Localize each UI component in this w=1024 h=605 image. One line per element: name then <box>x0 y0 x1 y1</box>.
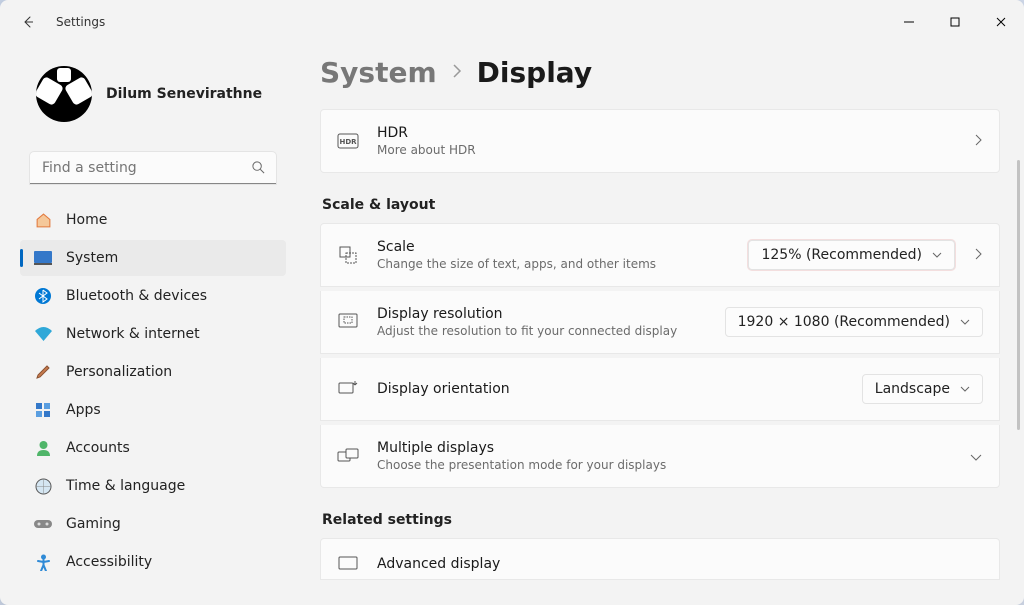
window-controls <box>886 6 1024 38</box>
nav-list: Home System Bluetooth & devices Network … <box>20 202 286 582</box>
scale-subtitle: Change the size of text, apps, and other… <box>377 257 730 271</box>
main-content: System Display HDR HDR More about HDR Sc… <box>298 44 1024 605</box>
search-container <box>30 152 276 184</box>
minimize-icon <box>904 17 914 27</box>
chevron-right-icon <box>973 132 983 151</box>
settings-window: Settings Dilum Senevirathne Home System … <box>0 0 1024 605</box>
sidebar-item-accounts[interactable]: Accounts <box>20 430 286 466</box>
person-icon <box>34 439 52 457</box>
orientation-card: Display orientation Landscape <box>320 358 1000 421</box>
chevron-down-icon <box>932 251 942 259</box>
back-button[interactable] <box>12 6 44 38</box>
profile-name: Dilum Senevirathne <box>106 86 262 102</box>
sidebar-item-network[interactable]: Network & internet <box>20 316 286 352</box>
orientation-icon <box>337 380 359 398</box>
section-scale-layout: Scale & layout <box>322 197 1000 213</box>
search-icon <box>251 160 266 179</box>
chevron-down-icon <box>969 447 983 466</box>
apps-icon <box>34 401 52 419</box>
breadcrumb-current: Display <box>477 56 592 89</box>
chevron-right-icon <box>973 246 983 265</box>
monitor-icon <box>337 556 359 572</box>
hdr-subtitle: More about HDR <box>377 143 955 157</box>
brush-icon <box>34 363 52 381</box>
scale-select[interactable]: 125% (Recommended) <box>748 240 955 270</box>
sidebar-item-label: Personalization <box>66 364 172 380</box>
sidebar: Dilum Senevirathne Home System Bluetooth… <box>0 44 298 605</box>
bluetooth-icon <box>34 287 52 305</box>
multiple-displays-card[interactable]: Multiple displays Choose the presentatio… <box>320 425 1000 488</box>
gamepad-icon <box>34 515 52 533</box>
sidebar-item-label: Accounts <box>66 440 130 456</box>
resolution-subtitle: Adjust the resolution to fit your connec… <box>377 324 707 338</box>
hdr-title: HDR <box>377 125 955 141</box>
resolution-card: Display resolution Adjust the resolution… <box>320 291 1000 354</box>
breadcrumb: System Display <box>320 56 1000 89</box>
search-input[interactable] <box>30 152 276 184</box>
wifi-icon <box>34 325 52 343</box>
advanced-display-title: Advanced display <box>377 556 983 572</box>
orientation-value: Landscape <box>875 381 950 397</box>
home-icon <box>34 211 52 229</box>
close-icon <box>996 17 1006 27</box>
sidebar-item-home[interactable]: Home <box>20 202 286 238</box>
multiple-displays-subtitle: Choose the presentation mode for your di… <box>377 458 951 472</box>
accessibility-icon <box>34 553 52 571</box>
scrollbar[interactable] <box>1017 160 1020 430</box>
sidebar-item-label: System <box>66 250 118 266</box>
chevron-right-icon <box>451 63 463 83</box>
hdr-icon: HDR <box>337 133 359 149</box>
scale-value: 125% (Recommended) <box>761 247 922 263</box>
sidebar-item-gaming[interactable]: Gaming <box>20 506 286 542</box>
scale-card[interactable]: Scale Change the size of text, apps, and… <box>320 223 1000 287</box>
chevron-down-icon <box>960 318 970 326</box>
resolution-title: Display resolution <box>377 306 707 322</box>
sidebar-item-label: Accessibility <box>66 554 152 570</box>
orientation-title: Display orientation <box>377 381 844 397</box>
multiple-displays-title: Multiple displays <box>377 440 951 456</box>
avatar <box>36 66 92 122</box>
scale-title: Scale <box>377 239 730 255</box>
arrow-left-icon <box>20 14 36 30</box>
scale-icon <box>337 245 359 265</box>
titlebar: Settings <box>0 0 1024 44</box>
sidebar-item-label: Gaming <box>66 516 121 532</box>
section-related: Related settings <box>322 512 1000 528</box>
sidebar-item-system[interactable]: System <box>20 240 286 276</box>
system-icon <box>34 249 52 267</box>
profile[interactable]: Dilum Senevirathne <box>20 56 286 132</box>
sidebar-item-personalization[interactable]: Personalization <box>20 354 286 390</box>
sidebar-item-label: Home <box>66 212 107 228</box>
orientation-select[interactable]: Landscape <box>862 374 983 404</box>
hdr-card[interactable]: HDR HDR More about HDR <box>320 109 1000 173</box>
multiple-displays-icon <box>337 448 359 464</box>
close-button[interactable] <box>978 6 1024 38</box>
sidebar-item-label: Bluetooth & devices <box>66 288 207 304</box>
window-title: Settings <box>56 15 105 29</box>
resolution-select[interactable]: 1920 × 1080 (Recommended) <box>725 307 983 337</box>
minimize-button[interactable] <box>886 6 932 38</box>
chevron-down-icon <box>960 385 970 393</box>
clock-globe-icon <box>34 477 52 495</box>
resolution-icon <box>337 313 359 331</box>
maximize-icon <box>950 17 960 27</box>
sidebar-item-accessibility[interactable]: Accessibility <box>20 544 286 580</box>
sidebar-item-time[interactable]: Time & language <box>20 468 286 504</box>
sidebar-item-label: Time & language <box>66 478 185 494</box>
breadcrumb-parent[interactable]: System <box>320 56 437 89</box>
maximize-button[interactable] <box>932 6 978 38</box>
resolution-value: 1920 × 1080 (Recommended) <box>738 314 950 330</box>
sidebar-item-label: Network & internet <box>66 326 200 342</box>
sidebar-item-apps[interactable]: Apps <box>20 392 286 428</box>
advanced-display-card[interactable]: Advanced display <box>320 538 1000 580</box>
sidebar-item-bluetooth[interactable]: Bluetooth & devices <box>20 278 286 314</box>
svg-text:HDR: HDR <box>339 138 357 146</box>
sidebar-item-label: Apps <box>66 402 101 418</box>
